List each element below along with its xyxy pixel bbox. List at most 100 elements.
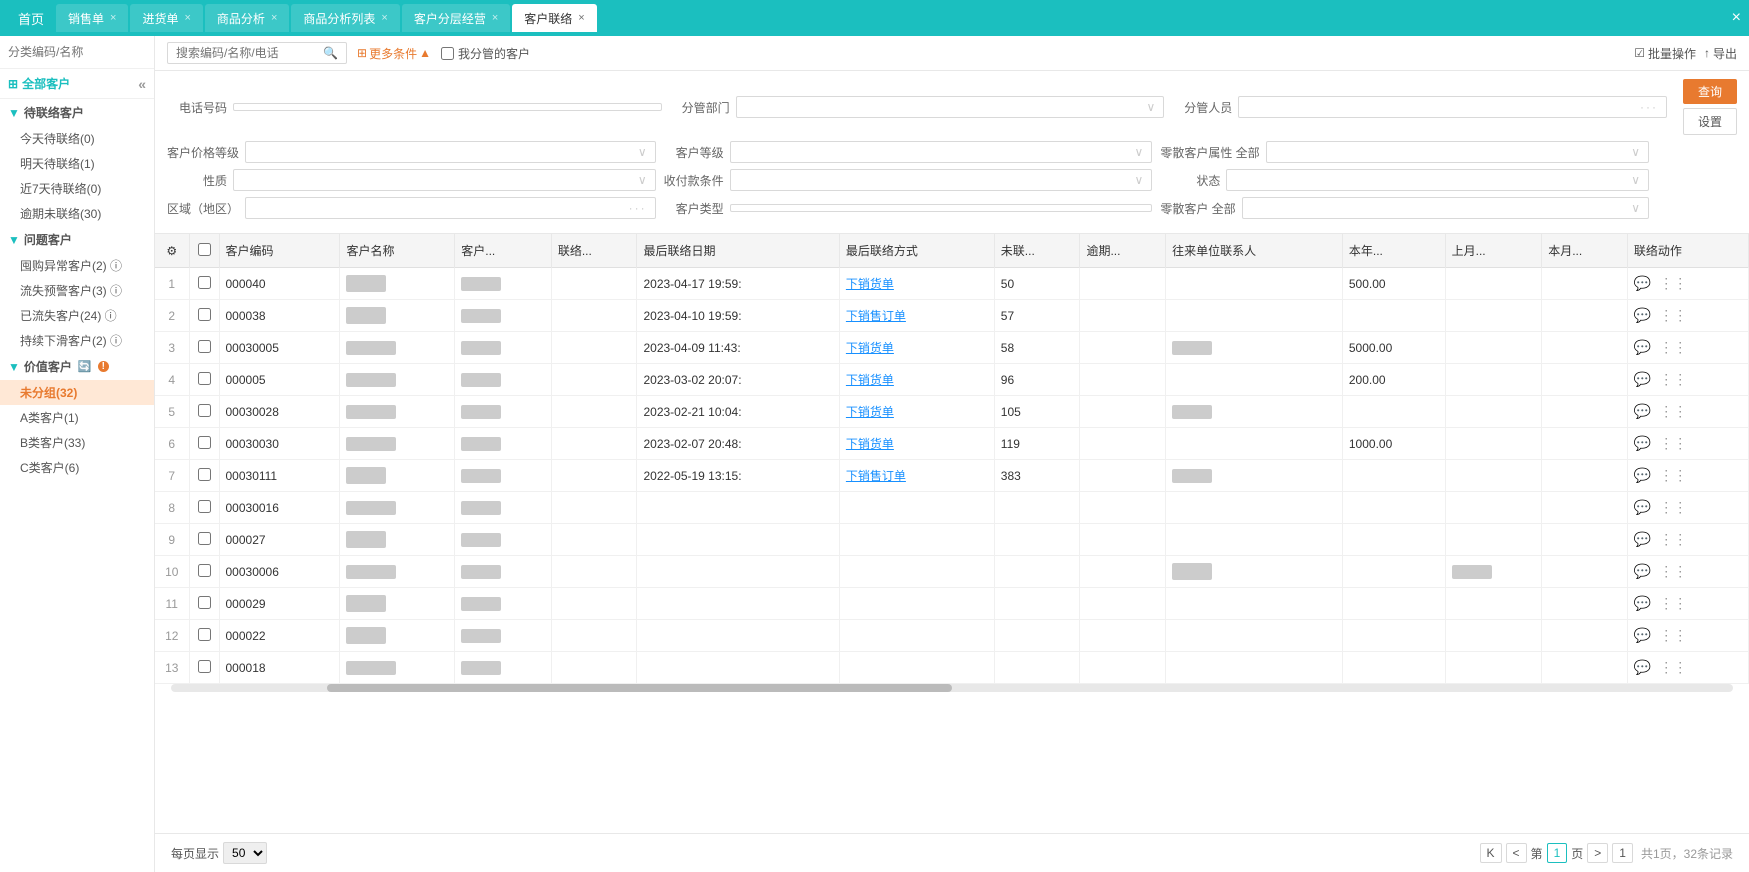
row-checkbox-cell[interactable] [189, 652, 219, 684]
close-sales-tab[interactable]: × [110, 12, 116, 24]
prev-page-btn[interactable]: < [1506, 843, 1527, 863]
sidebar-item-churned[interactable]: 已流失客户(24) ⓘ [0, 303, 154, 328]
close-analysis-tab[interactable]: × [271, 12, 277, 24]
contact-action-icon[interactable]: 💬 [1634, 659, 1651, 676]
contact-action-icon[interactable]: 💬 [1634, 627, 1651, 644]
row-checkbox[interactable] [198, 468, 211, 481]
last-page-btn[interactable]: 1 [1612, 843, 1633, 863]
more-action-icon[interactable]: ⋮⋮ [1659, 563, 1687, 580]
retail-attr-input[interactable]: ∨ [1266, 141, 1649, 163]
nature-input[interactable]: ∨ [233, 169, 656, 191]
row-checkbox-cell[interactable] [189, 556, 219, 588]
dept-input[interactable]: ∨ [736, 96, 1165, 118]
contact-action-icon[interactable]: 💬 [1634, 307, 1651, 324]
row-checkbox-cell[interactable] [189, 588, 219, 620]
row-checkbox[interactable] [198, 372, 211, 385]
reset-btn[interactable]: 设置 [1683, 108, 1737, 135]
row-checkbox[interactable] [198, 596, 211, 609]
sidebar-item-churn-warning[interactable]: 流失预警客户(3) ⓘ [0, 278, 154, 303]
contact-action-icon[interactable]: 💬 [1634, 499, 1651, 516]
more-action-icon[interactable]: ⋮⋮ [1659, 371, 1687, 388]
row-checkbox-cell[interactable] [189, 428, 219, 460]
more-action-icon[interactable]: ⋮⋮ [1659, 307, 1687, 324]
more-conditions-btn[interactable]: ⊞ 更多条件 ▲ [357, 45, 431, 62]
sidebar-item-class-b[interactable]: B类客户(33) [0, 430, 154, 455]
next-page-btn[interactable]: > [1587, 843, 1608, 863]
tab-product-analysis-list[interactable]: 商品分析列表 × [291, 4, 399, 32]
more-action-icon[interactable]: ⋮⋮ [1659, 275, 1687, 292]
row-checkbox-cell[interactable] [189, 332, 219, 364]
more-action-icon[interactable]: ⋮⋮ [1659, 499, 1687, 516]
row-checkbox-cell[interactable] [189, 620, 219, 652]
th-check[interactable] [189, 234, 219, 268]
last-method-link[interactable]: 下销售订单 [846, 309, 906, 323]
sidebar-item-class-a[interactable]: A类客户(1) [0, 405, 154, 430]
manager-input[interactable]: ··· [1238, 96, 1667, 118]
more-action-icon[interactable]: ⋮⋮ [1659, 531, 1687, 548]
close-contact-tab[interactable]: × [578, 12, 584, 24]
row-checkbox[interactable] [198, 532, 211, 545]
my-customers-check[interactable] [441, 47, 454, 60]
contact-action-icon[interactable]: 💬 [1634, 339, 1651, 356]
batch-op-btn[interactable]: ☑ 批量操作 [1634, 45, 1696, 62]
last-method-link[interactable]: 下销货单 [846, 437, 894, 451]
collapse-sidebar-icon[interactable]: « [138, 76, 146, 92]
row-checkbox[interactable] [198, 628, 211, 641]
select-all-checkbox[interactable] [198, 243, 211, 256]
first-page-btn[interactable]: K [1480, 843, 1502, 863]
more-action-icon[interactable]: ⋮⋮ [1659, 627, 1687, 644]
close-analysis-list-tab[interactable]: × [381, 12, 387, 24]
row-checkbox[interactable] [198, 404, 211, 417]
horizontal-scrollbar[interactable] [171, 684, 1733, 692]
retail-customer-input[interactable]: ∨ [1242, 197, 1649, 219]
tab-customer-contact[interactable]: 客户联络 × [512, 4, 596, 32]
contact-action-icon[interactable]: 💬 [1634, 531, 1651, 548]
th-settings[interactable]: ⚙ [155, 234, 189, 268]
query-btn[interactable]: 查询 [1683, 79, 1737, 104]
contact-action-icon[interactable]: 💬 [1634, 467, 1651, 484]
row-checkbox-cell[interactable] [189, 492, 219, 524]
home-tab[interactable]: 首页 [8, 9, 54, 28]
tab-customer-layer[interactable]: 客户分层经营 × [402, 4, 510, 32]
region-input[interactable]: ··· [245, 197, 656, 219]
sidebar-item-hoarding[interactable]: 囤购异常客户(2) ⓘ [0, 253, 154, 278]
sidebar-group-value[interactable]: ▼ 价值客户 🔄 ! [0, 353, 154, 380]
tab-sales[interactable]: 销售单 × [56, 4, 128, 32]
contact-action-icon[interactable]: 💬 [1634, 275, 1651, 292]
contact-action-icon[interactable]: 💬 [1634, 371, 1651, 388]
row-checkbox-cell[interactable] [189, 364, 219, 396]
sidebar-item-tomorrow[interactable]: 明天待联络(1) [0, 151, 154, 176]
row-checkbox-cell[interactable] [189, 460, 219, 492]
row-checkbox[interactable] [198, 436, 211, 449]
customer-type-input[interactable] [730, 204, 1153, 212]
contact-action-icon[interactable]: 💬 [1634, 595, 1651, 612]
row-checkbox-cell[interactable] [189, 268, 219, 300]
search-input[interactable] [176, 46, 319, 60]
sidebar-group-problem[interactable]: ▼ 问题客户 [0, 226, 154, 253]
settings-gear-icon[interactable]: ⚙ [166, 244, 177, 258]
payment-input[interactable]: ∨ [730, 169, 1153, 191]
row-checkbox-cell[interactable] [189, 396, 219, 428]
export-btn[interactable]: ↑ 导出 [1704, 45, 1737, 62]
tab-product-analysis[interactable]: 商品分析 × [205, 4, 289, 32]
sidebar-item-class-c[interactable]: C类客户(6) [0, 455, 154, 480]
row-checkbox-cell[interactable] [189, 524, 219, 556]
last-method-link[interactable]: 下销货单 [846, 341, 894, 355]
row-checkbox[interactable] [198, 564, 211, 577]
row-checkbox[interactable] [198, 500, 211, 513]
row-checkbox-cell[interactable] [189, 300, 219, 332]
close-layer-tab[interactable]: × [492, 12, 498, 24]
last-method-link[interactable]: 下销货单 [846, 405, 894, 419]
sidebar-all-customers[interactable]: ⊞ 全部客户 « [0, 69, 154, 99]
more-action-icon[interactable]: ⋮⋮ [1659, 403, 1687, 420]
more-action-icon[interactable]: ⋮⋮ [1659, 339, 1687, 356]
sidebar-item-declining[interactable]: 持续下滑客户(2) ⓘ [0, 328, 154, 353]
status-input[interactable]: ∨ [1226, 169, 1649, 191]
price-level-input[interactable]: ∨ [245, 141, 656, 163]
sidebar-group-pending[interactable]: ▼ 待联络客户 [0, 99, 154, 126]
contact-action-icon[interactable]: 💬 [1634, 403, 1651, 420]
phone-input[interactable] [233, 103, 662, 111]
sidebar-item-7days[interactable]: 近7天待联络(0) [0, 176, 154, 201]
more-action-icon[interactable]: ⋮⋮ [1659, 467, 1687, 484]
more-action-icon[interactable]: ⋮⋮ [1659, 435, 1687, 452]
